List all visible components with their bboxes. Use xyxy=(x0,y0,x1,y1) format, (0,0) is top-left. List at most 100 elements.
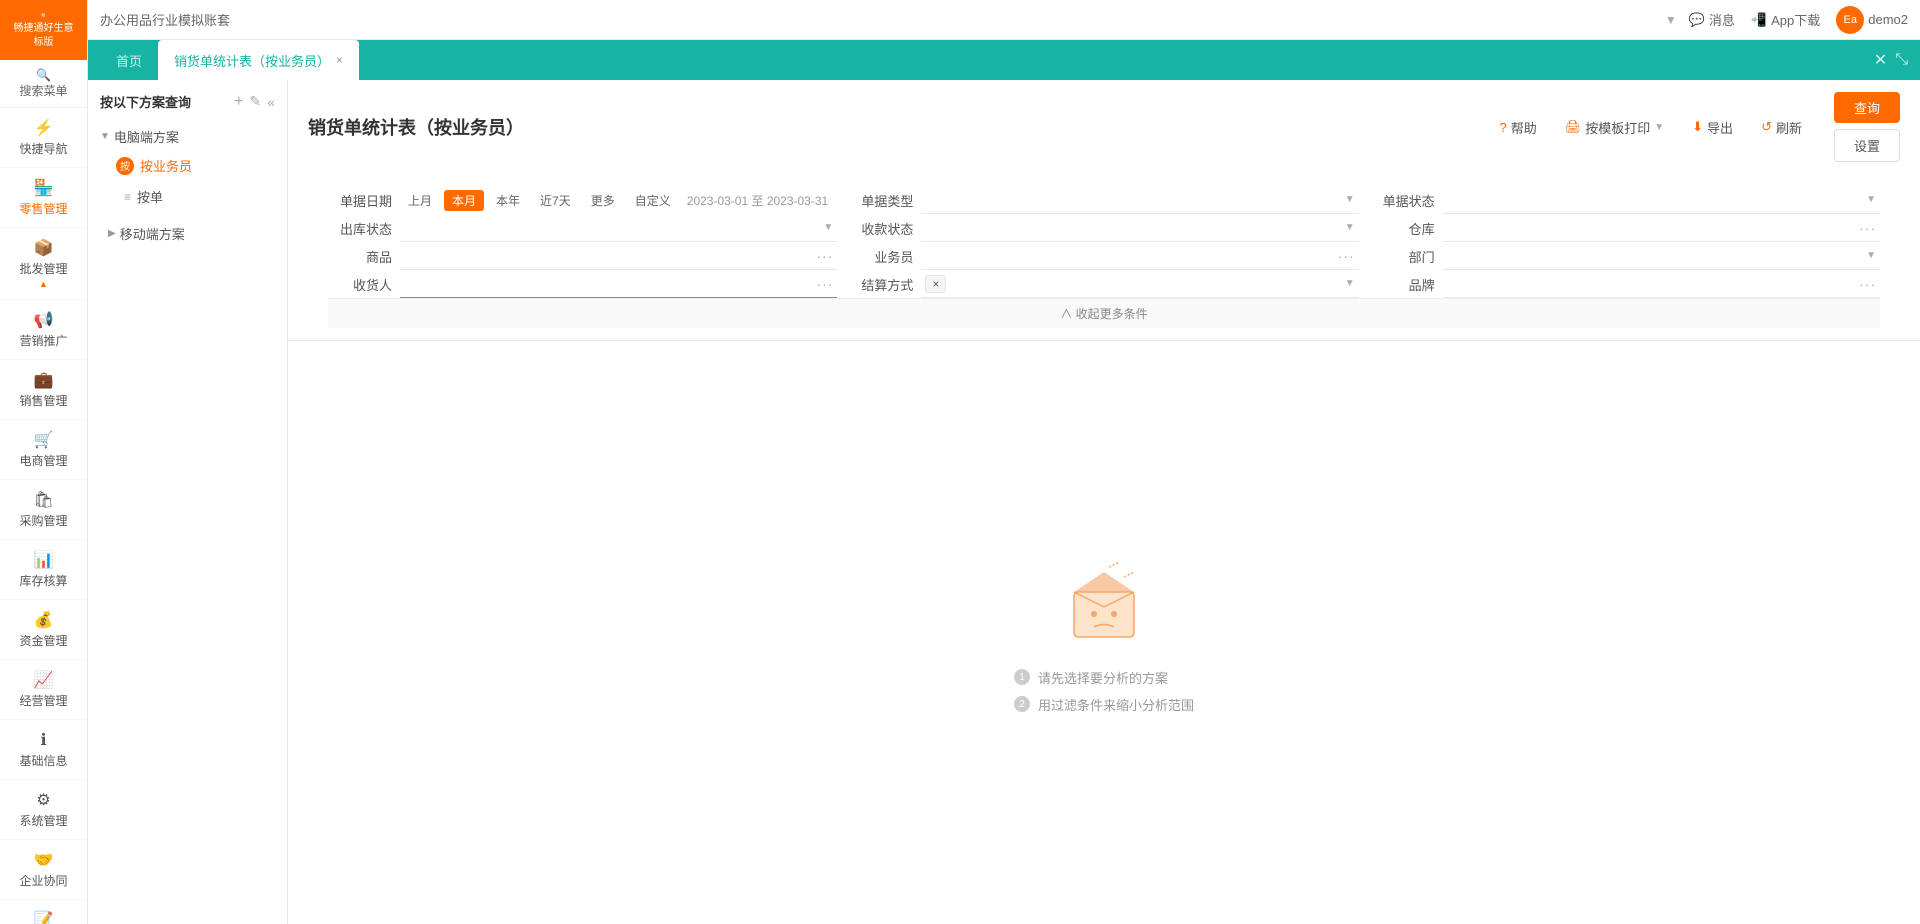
settle-field[interactable]: × ▼ xyxy=(921,270,1358,298)
warehouse-label: 仓库 xyxy=(1371,219,1435,238)
main-area: 办公用品行业模拟账套 ▼ 💬 消息 📲 App下载 Ea demo2 首页 销货… xyxy=(88,0,1920,924)
date-tab-this-year[interactable]: 本年 xyxy=(488,190,528,211)
salesperson-field[interactable]: ··· xyxy=(921,242,1358,270)
tab-sales-stat[interactable]: 销货单统计表（按业务员） × xyxy=(158,40,359,80)
ecommerce-label: 电商管理 xyxy=(19,452,67,469)
help-label: 帮助 xyxy=(1511,118,1537,137)
outbound-field[interactable]: ▼ xyxy=(400,214,837,242)
doc-status-label: 单据状态 xyxy=(1371,191,1435,210)
sidebar-item-ecommerce[interactable]: 🛒 电商管理 xyxy=(0,420,87,480)
date-tab-last-month[interactable]: 上月 xyxy=(400,190,440,211)
sidebar-quick-nav[interactable]: ⚡ 快捷导航 xyxy=(0,108,87,168)
doc-status-filter-cell: 单据状态 ▼ xyxy=(1371,186,1880,214)
sidebar-item-retail[interactable]: 🏪 零售管理 xyxy=(0,168,87,228)
brand-dots-icon: ··· xyxy=(1859,276,1876,292)
outbound-filter-cell: 出库状态 ▼ xyxy=(328,214,837,242)
settings-button[interactable]: 设置 xyxy=(1834,129,1900,162)
svg-text:畅: 畅 xyxy=(41,12,45,17)
download-label: App下载 xyxy=(1771,10,1820,29)
download-action[interactable]: 📲 App下载 xyxy=(1751,10,1820,29)
query-button[interactable]: 查询 xyxy=(1834,92,1900,123)
sales-label: 销售管理 xyxy=(19,392,67,409)
user-action[interactable]: Ea demo2 xyxy=(1836,6,1908,34)
refresh-label: 刷新 xyxy=(1776,118,1802,137)
export-btn[interactable]: ⬇ 导出 xyxy=(1684,114,1741,141)
sidebar-item-collab[interactable]: 🤝 企业协同 xyxy=(0,840,87,900)
mobile-scheme-header[interactable]: ▶ 移动端方案 xyxy=(88,220,287,247)
filter-row-2: 出库状态 ▼ 收款状态 ▼ 仓库 xyxy=(328,214,1880,242)
dept-field[interactable]: ▼ xyxy=(1443,242,1880,270)
warehouse-field[interactable]: ··· xyxy=(1443,214,1880,242)
sidebar-item-management[interactable]: 📈 经营管理 xyxy=(0,660,87,720)
tab-bar-expand-btn[interactable]: ⤡ xyxy=(1895,51,1908,69)
receiver-label: 收货人 xyxy=(328,275,392,294)
payment-field[interactable]: ▼ xyxy=(921,214,1358,242)
marketing-label: 营销推广 xyxy=(19,332,67,349)
edit-scheme-btn[interactable]: ✎ xyxy=(249,93,261,110)
doc-type-field[interactable]: ▼ xyxy=(921,186,1358,214)
help-btn[interactable]: ? 帮助 xyxy=(1491,114,1544,141)
desktop-arrow-icon: ▼ xyxy=(100,131,110,142)
message-action[interactable]: 💬 消息 xyxy=(1689,10,1735,29)
topbar-right: 💬 消息 📲 App下载 Ea demo2 xyxy=(1689,6,1908,34)
receiver-field[interactable]: ··· xyxy=(400,270,837,298)
order-scheme-icon: ≡ xyxy=(124,190,131,204)
doc-status-field[interactable]: ▼ xyxy=(1443,186,1880,214)
sidebar-item-sales[interactable]: 💼 销售管理 xyxy=(0,360,87,420)
doc-type-arrow-icon: ▼ xyxy=(1345,194,1355,205)
topbar-title: 办公用品行业模拟账套 xyxy=(100,10,1653,29)
sidebar-item-wholesale[interactable]: 📦 批发管理 ▲ xyxy=(0,228,87,300)
doc-type-label: 单据类型 xyxy=(849,191,913,210)
page-actions: ? 帮助 🖨 按模板打印 ▼ ⬇ 导出 ↺ xyxy=(1491,92,1900,162)
sidebar-item-purchase[interactable]: 🛍 采购管理 xyxy=(0,480,87,540)
ecommerce-icon: 🛒 xyxy=(34,430,54,450)
search-menu[interactable]: 🔍 搜索菜单 xyxy=(0,60,87,108)
sidebar-item-finance[interactable]: 💰 资金管理 xyxy=(0,600,87,660)
scheme-item-salesperson[interactable]: 按 按业务员 xyxy=(88,150,287,181)
brand-filter-cell: 品牌 ··· xyxy=(1371,270,1880,298)
desktop-scheme-header[interactable]: ▼ 电脑端方案 xyxy=(88,123,287,150)
sidebar-item-marketing[interactable]: 📢 营销推广 xyxy=(0,300,87,360)
sidebar-item-inventory[interactable]: 📊 库存核算 xyxy=(0,540,87,600)
dropdown-arrow-icon[interactable]: ▼ xyxy=(1665,13,1677,27)
date-tab-custom[interactable]: 自定义 xyxy=(627,190,679,211)
scheme-item-byorder[interactable]: ≡ 按单 xyxy=(88,181,287,212)
sales-icon: 💼 xyxy=(34,370,54,390)
sidebar: 畅 畅捷通好生意 标版 🔍 搜索菜单 ⚡ 快捷导航 🏪 零售管理 📦 批发管理 … xyxy=(0,0,88,924)
mobile-arrow-icon: ▶ xyxy=(108,228,116,239)
sidebar-item-basic[interactable]: ℹ 基础信息 xyxy=(0,720,87,780)
tab-close-icon[interactable]: × xyxy=(336,53,343,67)
date-tab-7days[interactable]: 近7天 xyxy=(532,190,579,211)
empty-tip-2: 2 用过滤条件来缩小分析范围 xyxy=(1014,695,1194,714)
collapse-conditions-btn[interactable]: ∧ 收起更多条件 xyxy=(328,298,1880,328)
mobile-scheme-group: ▶ 移动端方案 xyxy=(88,216,287,251)
sidebar-item-system[interactable]: ⚙ 系统管理 xyxy=(0,780,87,840)
outbound-label: 出库状态 xyxy=(328,219,392,238)
brand-label: 品牌 xyxy=(1371,275,1435,294)
sidebar-item-guide[interactable]: 📝 新手引导 xyxy=(0,900,87,924)
topbar: 办公用品行业模拟账套 ▼ 💬 消息 📲 App下载 Ea demo2 xyxy=(88,0,1920,40)
retail-icon: 🏪 xyxy=(34,178,54,198)
empty-illustration xyxy=(1054,552,1154,652)
settle-tag-close[interactable]: × xyxy=(932,277,939,291)
tip-num-2: 2 xyxy=(1014,696,1030,712)
refresh-btn[interactable]: ↺ 刷新 xyxy=(1753,114,1810,141)
add-scheme-btn[interactable]: + xyxy=(234,93,243,111)
export-icon: ⬇ xyxy=(1692,119,1703,135)
tab-home[interactable]: 首页 xyxy=(100,40,158,80)
page-header: 销货单统计表（按业务员） ? 帮助 🖨 按模板打印 ▼ ⬇ xyxy=(288,80,1920,341)
dept-filter-cell: 部门 ▼ xyxy=(1371,242,1880,270)
tab-bar-close-btn[interactable]: ✕ xyxy=(1874,50,1887,70)
date-range-text: 2023-03-01 至 2023-03-31 xyxy=(687,192,828,209)
date-tab-more[interactable]: 更多 xyxy=(583,190,623,211)
print-btn[interactable]: 🖨 按模板打印 ▼ xyxy=(1557,114,1672,141)
collapse-panel-btn[interactable]: « xyxy=(267,94,275,110)
download-icon: 📲 xyxy=(1751,12,1767,28)
brand-field[interactable]: ··· xyxy=(1443,270,1880,298)
guide-icon: 📝 xyxy=(34,910,54,924)
goods-field[interactable]: ··· xyxy=(400,242,837,270)
date-tab-this-month[interactable]: 本月 xyxy=(444,190,484,211)
right-actions-block: 查询 设置 xyxy=(1834,92,1900,162)
settle-label: 结算方式 xyxy=(849,275,913,294)
receiver-filter-cell: 收货人 ··· xyxy=(328,270,837,298)
